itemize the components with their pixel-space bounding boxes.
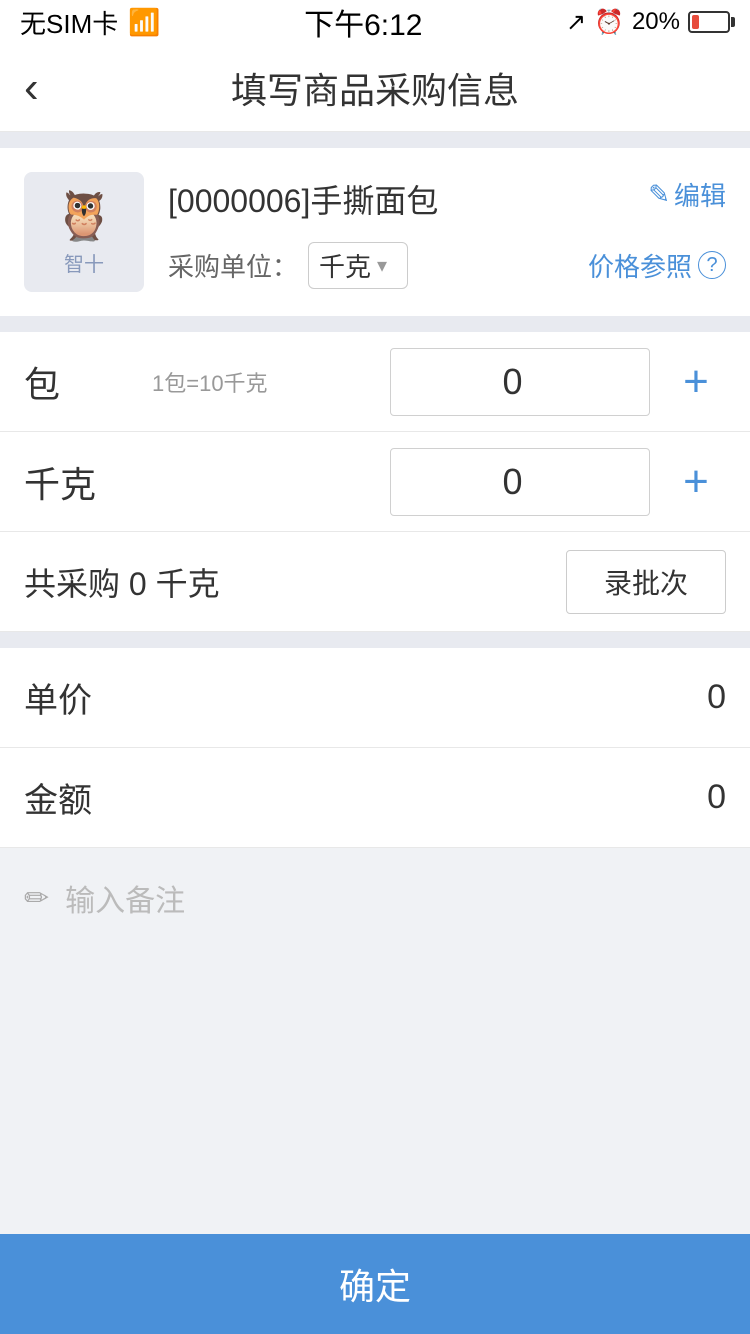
kg-input[interactable]	[390, 448, 650, 516]
wifi-icon: 📶	[128, 7, 160, 38]
status-left: 无SIM卡 📶	[20, 4, 161, 41]
unit-price-label: 单价	[24, 673, 92, 722]
unit-select-dropdown[interactable]: 千克 ▾	[308, 242, 408, 289]
alarm-icon: ⏰	[594, 8, 624, 37]
summary-row: 共采购 0 千克 录批次	[0, 532, 750, 632]
purchase-unit: 采购单位： 千克 ▾	[168, 242, 408, 289]
status-right: ↗ ⏰ 20%	[566, 8, 730, 37]
mid-divider-1	[0, 316, 750, 332]
product-header: [0000006]手撕面包 ✎ 编辑	[168, 176, 726, 222]
bag-sub-label: 1包=10千克	[152, 366, 268, 398]
notes-placeholder-text: 输入备注	[65, 876, 185, 920]
kg-input-row: 千克 +	[0, 432, 750, 532]
product-name: [0000006]手撕面包	[168, 176, 438, 222]
product-owl-icon: 🦉	[54, 187, 114, 244]
summary-text: 共采购 0 千克	[24, 559, 220, 605]
batch-button[interactable]: 录批次	[566, 550, 726, 614]
chevron-down-icon: ▾	[377, 253, 387, 278]
bag-plus-button[interactable]: +	[666, 352, 726, 412]
status-time: 下午6:12	[304, 0, 422, 44]
nav-bar: ‹ 填写商品采购信息	[0, 44, 750, 132]
input-section: 包 1包=10千克 + 千克 + 共采购 0 千克 录批次	[0, 332, 750, 632]
price-ref-question-icon: ?	[698, 251, 726, 279]
amount-label: 金额	[24, 773, 92, 822]
product-meta: 采购单位： 千克 ▾ 价格参照 ?	[168, 242, 726, 289]
status-bar: 无SIM卡 📶 下午6:12 ↗ ⏰ 20%	[0, 0, 750, 44]
battery-percent: 20%	[632, 8, 680, 36]
mid-divider-2	[0, 632, 750, 648]
page-title: 填写商品采购信息	[231, 62, 519, 114]
bag-input[interactable]	[390, 348, 650, 416]
edit-icon: ✎	[648, 179, 670, 210]
bag-label: 包	[24, 356, 144, 408]
back-button[interactable]: ‹	[24, 66, 39, 110]
battery-fill	[692, 15, 699, 29]
kg-label: 千克	[24, 456, 144, 508]
bag-field-wrap: +	[268, 348, 726, 416]
product-edit-button[interactable]: ✎ 编辑	[648, 176, 726, 213]
carrier-text: 无SIM卡	[20, 4, 118, 41]
top-divider	[0, 132, 750, 148]
price-section: 单价 0 金额 0	[0, 648, 750, 848]
amount-value: 0	[707, 778, 726, 817]
unit-price-row: 单价 0	[0, 648, 750, 748]
notes-section[interactable]: ✏ 输入备注	[0, 848, 750, 948]
unit-price-value: 0	[707, 678, 726, 717]
price-ref-button[interactable]: 价格参照 ?	[588, 247, 726, 284]
product-brand-text: 智十	[64, 248, 104, 277]
kg-field-wrap: +	[144, 448, 726, 516]
content-area	[0, 948, 750, 1248]
kg-plus-icon: +	[683, 460, 709, 504]
kg-plus-button[interactable]: +	[666, 452, 726, 512]
amount-row: 金额 0	[0, 748, 750, 848]
bag-input-row: 包 1包=10千克 +	[0, 332, 750, 432]
product-image: 🦉 智十	[24, 172, 144, 292]
battery-icon	[688, 11, 730, 33]
location-icon: ↗	[566, 8, 586, 37]
product-info: [0000006]手撕面包 ✎ 编辑 采购单位： 千克 ▾ 价格参照 ?	[168, 176, 726, 289]
pencil-icon: ✏	[24, 881, 49, 916]
bag-plus-icon: +	[683, 360, 709, 404]
confirm-button[interactable]: 确定	[0, 1234, 750, 1334]
product-card: 🦉 智十 [0000006]手撕面包 ✎ 编辑 采购单位： 千克 ▾ 价格参照	[0, 148, 750, 316]
summary-amount: 0	[129, 566, 147, 602]
